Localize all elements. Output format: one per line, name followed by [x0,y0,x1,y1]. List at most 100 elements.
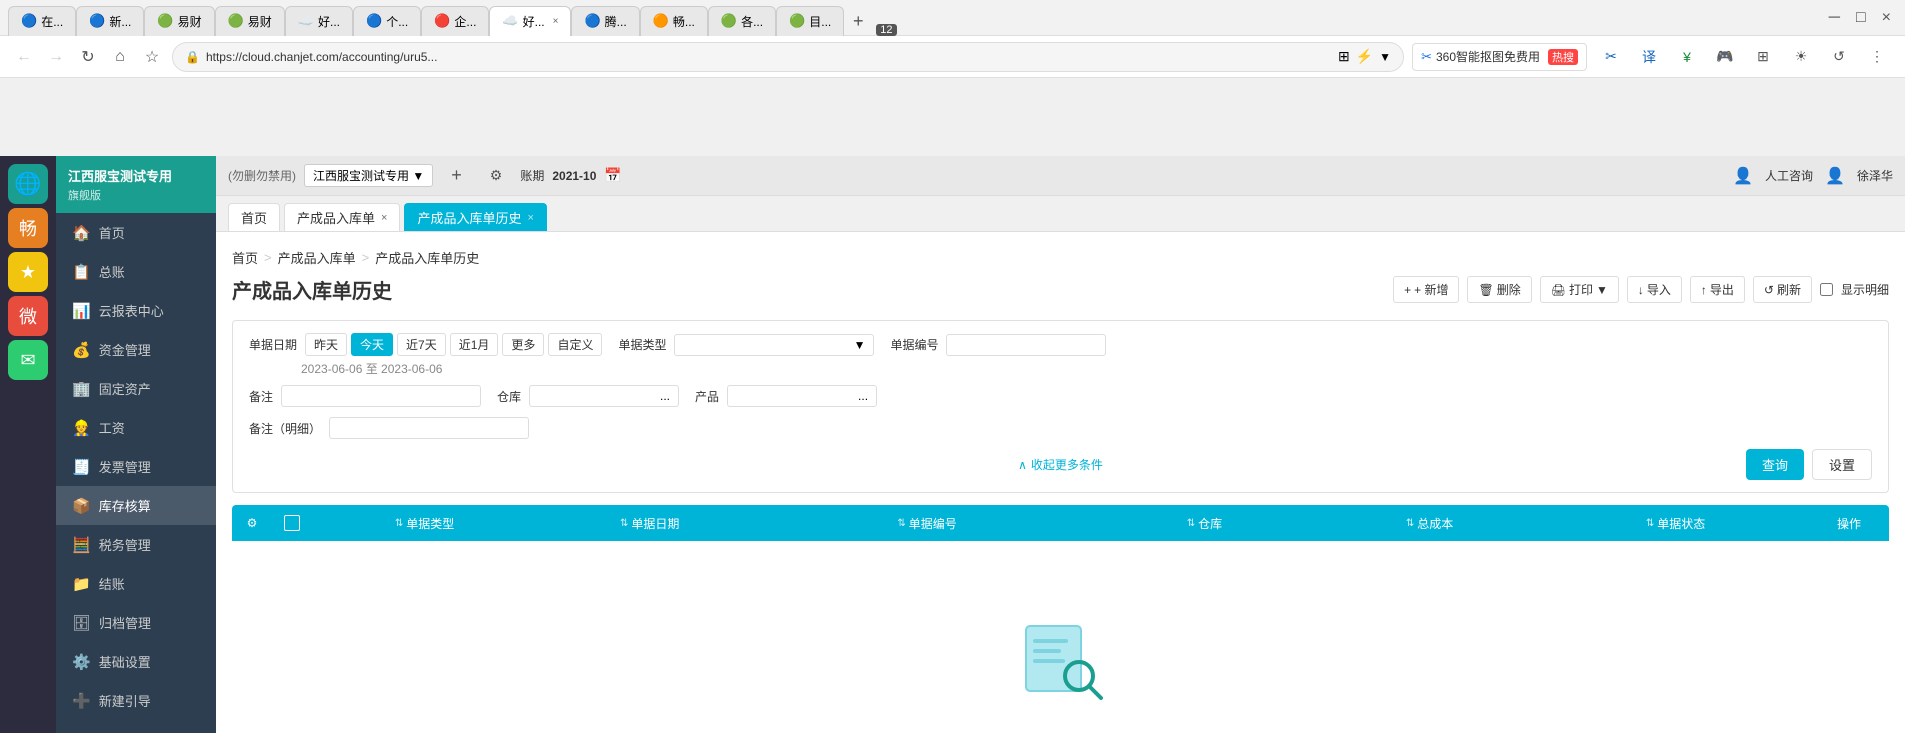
company-select[interactable]: 江西服宝测试专用 ▼ [304,164,433,187]
browser-tab-8[interactable]: ☁️ 好... × [489,6,571,36]
extensions-icon[interactable]: ⚡ [1356,48,1373,65]
dropdown-icon[interactable]: ▼ [1379,50,1391,64]
refresh-button[interactable]: ↺ 刷新 [1753,276,1812,303]
number-input[interactable] [946,334,1106,356]
delete-button[interactable]: 🗑 删除 [1467,276,1531,303]
app-icon-weibo[interactable]: 微 [8,296,48,336]
note-detail-input[interactable] [329,417,529,439]
th-warehouse[interactable]: ⇅ 仓库 [1092,505,1317,541]
note-input[interactable] [281,385,481,407]
maximize-button[interactable]: □ [1850,7,1872,29]
collapse-button[interactable]: ∧ 收起更多条件 [1018,452,1103,477]
refresh-browser-button[interactable]: ↻ [76,45,100,69]
address-input[interactable]: 🔒 https://cloud.chanjet.com/accounting/u… [172,42,1404,72]
tab-close-icon[interactable]: × [553,16,559,27]
new-tab-button[interactable]: + [844,8,872,36]
browser-tab-7[interactable]: 🔴 企... [421,6,489,36]
apps-icon[interactable]: ⊞ [1338,48,1350,65]
nav-item-report[interactable]: 📊 云报表中心 [56,291,216,330]
tab-home[interactable]: 首页 [228,203,280,231]
warehouse-dropdown[interactable]: ... [529,385,679,407]
back-button[interactable]: ← [12,45,36,69]
1month-btn[interactable]: 近1月 [450,333,499,356]
delete-label: 删除 [1497,281,1521,298]
sync-icon[interactable]: ↺ [1823,41,1855,73]
browser-tab-12[interactable]: 🟢 目... [776,6,844,36]
nav-item-salary[interactable]: 👷 工资 [56,408,216,447]
tab-list[interactable]: 产成品入库单 × [284,203,400,231]
breadcrumb-home[interactable]: 首页 [232,248,258,267]
browser-tab-11[interactable]: 🟢 各... [708,6,776,36]
th-checkbox[interactable] [272,505,312,541]
nav-item-asset[interactable]: 🏢 固定资产 [56,369,216,408]
th-type[interactable]: ⇅ 单据类型 [312,505,537,541]
print-button[interactable]: 🖨 打印 ▼ [1540,276,1619,303]
th-date[interactable]: ⇅ 单据日期 [537,505,762,541]
type-dropdown[interactable]: ▼ [674,334,874,356]
browser-tab-5[interactable]: ☁️ 好... [285,6,353,36]
close-button[interactable]: × [1876,7,1897,29]
nav-item-fund[interactable]: 💰 资金管理 [56,330,216,369]
today-btn[interactable]: 今天 [351,333,393,356]
show-detail-checkbox[interactable] [1820,283,1833,296]
add-company-button[interactable]: + [441,161,472,190]
minimize-button[interactable]: ─ [1823,7,1846,29]
app-icon-email[interactable]: ✉ [8,340,48,380]
search-box[interactable]: ✂ 360智能抠图免费用 热搜 [1412,43,1587,71]
app-icon-star[interactable]: ★ [8,252,48,292]
show-detail-toggle[interactable]: 显示明细 [1820,281,1889,298]
menu-icon[interactable]: ⋮ [1861,41,1893,73]
browser-tab-6[interactable]: 🔵 个... [353,6,421,36]
browser-tab-4[interactable]: 🟢 易财 [215,6,285,36]
nav-item-home[interactable]: 🏠 首页 [56,213,216,252]
calendar-icon[interactable]: 📅 [604,167,621,184]
nav-item-general[interactable]: 📋 总账 [56,252,216,291]
search-settings-button[interactable]: 设置 [1812,449,1872,480]
product-dropdown[interactable]: ... [727,385,877,407]
breadcrumb-list[interactable]: 产成品入库单 [278,248,356,267]
app-icon-chanjet[interactable]: 畅 [8,208,48,248]
import-button[interactable]: ↓ 导入 [1627,276,1682,303]
browser-tab-3[interactable]: 🟢 易财 [144,6,214,36]
th-number[interactable]: ⇅ 单据编号 [762,505,1092,541]
add-button[interactable]: + + 新增 [1393,276,1459,303]
nav-item-inventory[interactable]: 📦 库存核算 [56,486,216,525]
tab-history-close-icon[interactable]: × [527,212,533,224]
query-button[interactable]: 查询 [1746,449,1804,480]
tab-history[interactable]: 产成品入库单历史 × [404,203,546,231]
scissors-icon[interactable]: ✂ [1595,41,1627,73]
grid-icon[interactable]: ⊞ [1747,41,1779,73]
nav-item-settings[interactable]: ⚙️ 基础设置 [56,642,216,681]
date-range-text: 2023-06-06 至 2023-06-06 [301,362,442,376]
browser-tab-10[interactable]: 🟠 畅... [640,6,708,36]
nav-item-invoice[interactable]: 🧾 发票管理 [56,447,216,486]
currency-icon[interactable]: ¥ [1671,41,1703,73]
browser-tab-2[interactable]: 🔵 新... [76,6,144,36]
export-button[interactable]: ↑ 导出 [1690,276,1745,303]
bookmark-button[interactable]: ☆ [140,45,164,69]
nav-item-close[interactable]: 📁 结账 [56,564,216,603]
yesterday-btn[interactable]: 昨天 [305,333,347,356]
th-status[interactable]: ⇅ 单据状态 [1542,505,1809,541]
browser-tab-9[interactable]: 🔵 腾... [571,6,639,36]
settings-company-button[interactable]: ⚙ [480,163,513,188]
translate-icon[interactable]: 译 [1633,41,1665,73]
browser-tab-1[interactable]: 🔵 在... [8,6,76,36]
th-settings[interactable]: ⚙ [232,505,272,541]
nav-item-archive[interactable]: 🗄 归档管理 [56,603,216,642]
home-browser-button[interactable]: ⌂ [108,45,132,69]
close-accounts-icon: 📁 [72,575,91,593]
user-service[interactable]: 人工咨询 [1765,167,1813,184]
more-btn[interactable]: 更多 [502,333,544,356]
forward-button[interactable]: → [44,45,68,69]
th-cost[interactable]: ⇅ 总成本 [1317,505,1542,541]
tab-list-close-icon[interactable]: × [381,212,387,224]
7days-btn[interactable]: 近7天 [397,333,446,356]
app-icon-360[interactable]: 🌐 [8,164,48,204]
nav-item-tax[interactable]: 🧮 税务管理 [56,525,216,564]
nav-item-newguide[interactable]: ➕ 新建引导 [56,681,216,720]
theme-icon[interactable]: ☀ [1785,41,1817,73]
custom-btn[interactable]: 自定义 [548,333,602,356]
game-icon[interactable]: 🎮 [1709,41,1741,73]
header-checkbox[interactable] [284,515,300,531]
